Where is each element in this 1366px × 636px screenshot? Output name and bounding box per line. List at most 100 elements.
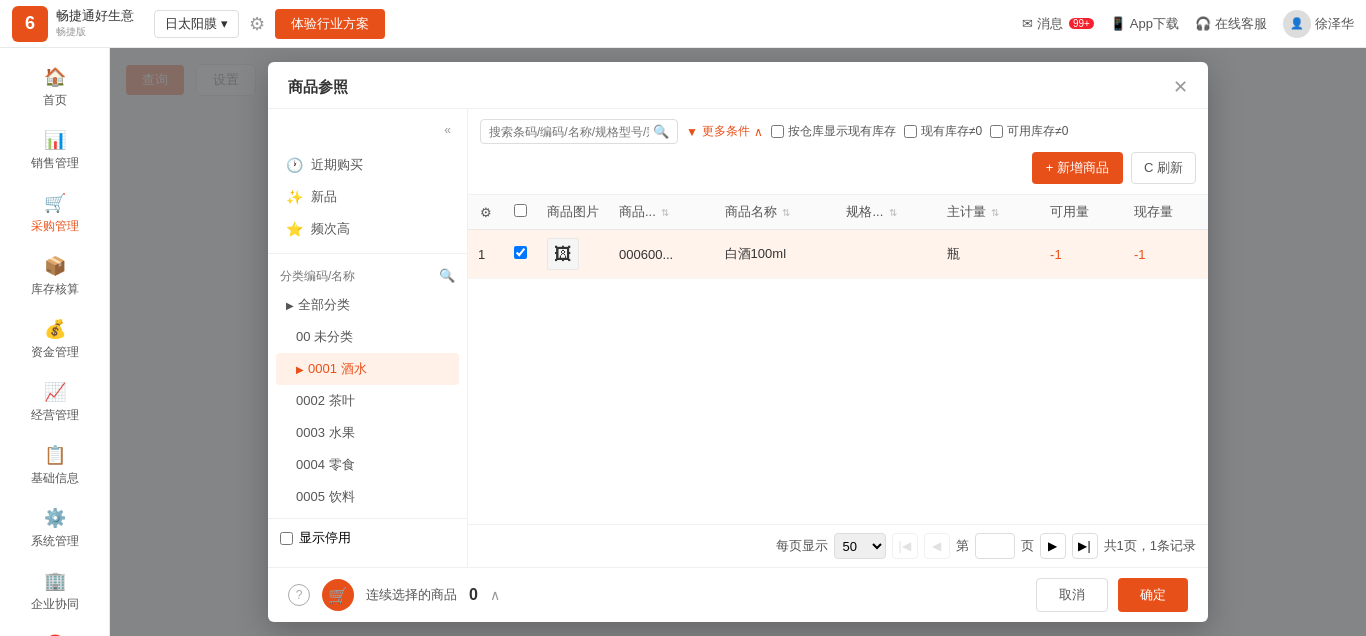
confirm-button[interactable]: 确定: [1118, 578, 1188, 612]
help-icon[interactable]: ?: [288, 584, 310, 606]
right-panel: 🔍 ▼ 更多条件 ∧ 按仓库显示现有库存: [468, 109, 1208, 567]
td-checkbox-0[interactable]: [504, 230, 537, 279]
category-item-0[interactable]: ▶全部分类: [276, 289, 459, 321]
online-service-label: 在线客服: [1215, 15, 1267, 33]
pagination: 每页显示 2050100 |◀ ◀ 第 1 页 ▶ ▶| 共1页，1条记录: [468, 524, 1208, 567]
table-body: 1 🖼 000600... 白酒100ml 瓶 -1 -1: [468, 230, 1208, 279]
available-stock-checkbox[interactable]: 现有库存≠0: [904, 123, 982, 140]
add-product-button[interactable]: + 新增商品: [1032, 152, 1123, 184]
sidebar-item-5[interactable]: 📈经营管理: [0, 371, 109, 434]
sidebar-item-0[interactable]: 🏠首页: [0, 56, 109, 119]
row-checkbox-0[interactable]: [514, 246, 527, 259]
modal-title: 商品参照: [288, 78, 348, 97]
user-nav-item[interactable]: 👤 徐泽华: [1283, 10, 1354, 38]
category-item-1[interactable]: 00 未分类: [276, 321, 459, 353]
quick-icon-0: 🕐: [286, 157, 303, 173]
th-spec[interactable]: 规格... ⇅: [836, 195, 936, 230]
trial-button[interactable]: 体验行业方案: [275, 9, 385, 39]
category-label-4: 0003 水果: [296, 424, 355, 442]
sidebar-item-2[interactable]: 🛒采购管理: [0, 182, 109, 245]
quick-item-2[interactable]: ⭐频次高: [276, 213, 459, 245]
quick-item-0[interactable]: 🕐近期购买: [276, 149, 459, 181]
sidebar-icon-8: 🏢: [44, 570, 66, 592]
select-all-checkbox[interactable]: [514, 204, 527, 217]
th-name[interactable]: 商品名称 ⇅: [715, 195, 837, 230]
collapse-footer-button[interactable]: ∧: [490, 587, 500, 603]
footer-right: 取消 确定: [1036, 578, 1188, 612]
nav-selector[interactable]: 日太阳膜 ▾: [154, 10, 239, 38]
cancel-button[interactable]: 取消: [1036, 578, 1108, 612]
more-filter-button[interactable]: ▼ 更多条件 ∧: [686, 123, 763, 140]
sidebar-icon-3: 📦: [44, 255, 66, 277]
product-search-input[interactable]: [489, 125, 649, 139]
th-unit[interactable]: 主计量 ⇅: [937, 195, 1040, 230]
category-label-2: 0001 酒水: [308, 360, 367, 378]
quick-item-1[interactable]: ✨新品: [276, 181, 459, 213]
th-code[interactable]: 商品... ⇅: [609, 195, 715, 230]
products-table: ⚙ 商品图片 商品... ⇅ 商品名称 ⇅ 规格... ⇅ 主计量 ⇅ 可用量: [468, 195, 1208, 279]
sidebar-item-1[interactable]: 📊销售管理: [0, 119, 109, 182]
sidebar-item-9[interactable]: 🎯新手引导: [0, 623, 109, 636]
table-wrapper: ⚙ 商品图片 商品... ⇅ 商品名称 ⇅ 规格... ⇅ 主计量 ⇅ 可用量: [468, 195, 1208, 524]
category-item-6[interactable]: 0005 饮料: [276, 481, 459, 513]
page-input[interactable]: 1: [975, 533, 1015, 559]
online-service-nav-item[interactable]: 🎧 在线客服: [1195, 15, 1267, 33]
next-page-button[interactable]: ▶: [1040, 533, 1066, 559]
first-page-button[interactable]: |◀: [892, 533, 918, 559]
sidebar-label-8: 企业协同: [31, 596, 79, 613]
brand-name: 畅捷通好生意: [56, 8, 134, 25]
avatar-icon: 👤: [1290, 17, 1304, 30]
category-search-input[interactable]: [280, 269, 435, 283]
sidebar-label-6: 基础信息: [31, 470, 79, 487]
category-item-3[interactable]: 0002 茶叶: [276, 385, 459, 417]
selected-label: 连续选择的商品: [366, 586, 457, 604]
refresh-button[interactable]: C 刷新: [1131, 152, 1196, 184]
sidebar-item-3[interactable]: 📦库存核算: [0, 245, 109, 308]
category-label-1: 00 未分类: [296, 328, 353, 346]
category-item-4[interactable]: 0003 水果: [276, 417, 459, 449]
category-label-6: 0005 饮料: [296, 488, 355, 506]
avatar: 👤: [1283, 10, 1311, 38]
app-download-nav-item[interactable]: 📱 App下载: [1110, 15, 1179, 33]
td-name-0: 白酒100ml: [715, 230, 837, 279]
left-panel-top: «: [268, 119, 467, 149]
filter-label: 更多条件: [702, 123, 750, 140]
sidebar-item-6[interactable]: 📋基础信息: [0, 434, 109, 497]
display-stopped-checkbox[interactable]: [280, 532, 293, 545]
stock-by-warehouse-checkbox[interactable]: 按仓库显示现有库存: [771, 123, 896, 140]
category-item-5[interactable]: 0004 零食: [276, 449, 459, 481]
th-available[interactable]: 可用量: [1040, 195, 1124, 230]
logo-area: 6 畅捷通好生意 畅捷版: [12, 6, 134, 42]
username: 徐泽华: [1315, 15, 1354, 33]
sidebar-item-7[interactable]: ⚙️系统管理: [0, 497, 109, 560]
sidebar-item-4[interactable]: 💰资金管理: [0, 308, 109, 371]
content-area: 查询 设置 刷新 商品参照 ✕ «: [110, 48, 1366, 636]
prev-page-button[interactable]: ◀: [924, 533, 950, 559]
th-stock[interactable]: 现存量: [1124, 195, 1208, 230]
category-search-icon[interactable]: 🔍: [439, 268, 455, 283]
display-stopped-label: 显示停用: [299, 529, 351, 547]
last-page-button[interactable]: ▶|: [1072, 533, 1098, 559]
message-badge: 99+: [1069, 18, 1094, 29]
product-search-icon[interactable]: 🔍: [653, 124, 669, 139]
stock-by-warehouse-label: 按仓库显示现有库存: [788, 123, 896, 140]
table-row[interactable]: 1 🖼 000600... 白酒100ml 瓶 -1 -1: [468, 230, 1208, 279]
sidebar-item-8[interactable]: 🏢 企业协同: [0, 560, 109, 623]
usable-stock-checkbox[interactable]: 可用库存≠0: [990, 123, 1068, 140]
modal-overlay: 商品参照 ✕ « 🕐近期购买✨新品⭐频次高: [110, 48, 1366, 636]
modal-body: « 🕐近期购买✨新品⭐频次高 🔍 ▶全部分类00 未分类▶0001 酒水0002…: [268, 109, 1208, 567]
app-download-label: App下载: [1130, 15, 1179, 33]
per-page-select[interactable]: 2050100: [834, 533, 886, 559]
settings-icon[interactable]: ⚙: [249, 13, 265, 35]
available-stock-label: 现有库存≠0: [921, 123, 982, 140]
category-item-2[interactable]: ▶0001 酒水: [276, 353, 459, 385]
brand-info: 畅捷通好生意 畅捷版: [56, 8, 134, 39]
modal-close-button[interactable]: ✕: [1173, 76, 1188, 98]
selected-count: 0: [469, 586, 478, 604]
message-icon: ✉: [1022, 16, 1033, 31]
sidebar-label-0: 首页: [43, 92, 67, 109]
quick-icon-1: ✨: [286, 189, 303, 205]
sidebar-icon-1: 📊: [44, 129, 66, 151]
messages-nav-item[interactable]: ✉ 消息 99+: [1022, 15, 1094, 33]
collapse-left-button[interactable]: «: [440, 119, 455, 141]
